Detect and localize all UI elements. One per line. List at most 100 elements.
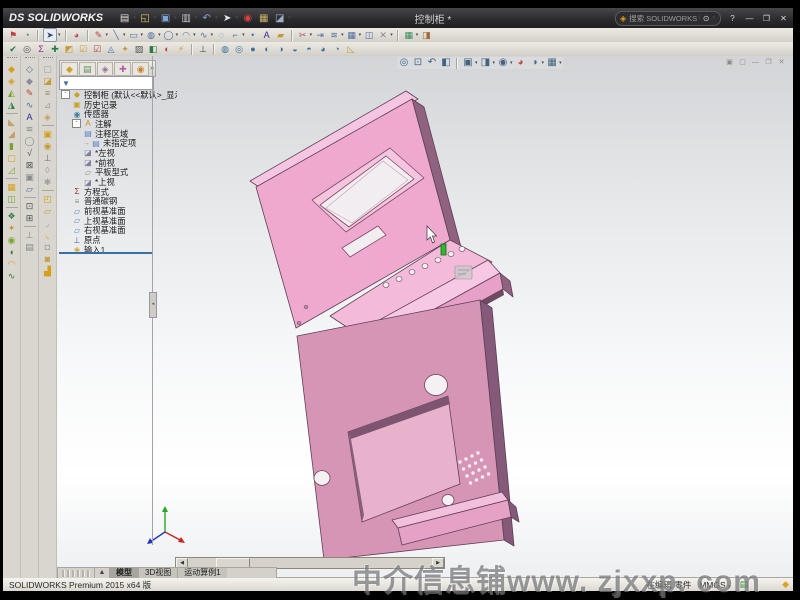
convert-entities-icon[interactable]: ⇥: [314, 29, 326, 41]
thickness-icon[interactable]: ⚡: [175, 43, 187, 55]
view-top-icon[interactable]: ◑: [275, 43, 287, 55]
zoom-to-fit-icon[interactable]: ◎: [398, 57, 410, 69]
rib-icon[interactable]: ▮: [5, 140, 19, 152]
view-bottom-icon[interactable]: ◒: [289, 43, 301, 55]
section-view-icon[interactable]: ◧: [440, 57, 452, 69]
loft-icon[interactable]: ◮: [5, 99, 19, 111]
pattern-icon[interactable]: ▦: [5, 181, 19, 193]
tree-item[interactable]: ▱ 平板型式: [59, 168, 177, 178]
linear-pattern-icon[interactable]: ▦: [346, 29, 358, 41]
relations-icon[interactable]: √: [23, 147, 37, 159]
sensor-tool-icon[interactable]: ✚: [49, 43, 61, 55]
tree-item[interactable]: ◪ *左视: [59, 148, 177, 158]
flag-tool-icon[interactable]: ⚑: [7, 29, 19, 41]
print-icon-dropdown[interactable]: ▾: [195, 15, 198, 21]
previous-view-icon[interactable]: ↶: [426, 57, 438, 69]
displaymanager-tab[interactable]: ◉: [132, 61, 150, 76]
tree-item[interactable]: ⊥ 原点: [59, 235, 177, 245]
select-icon[interactable]: ➤: [221, 12, 234, 25]
open-icon-dropdown[interactable]: ▾: [154, 15, 157, 21]
doc-minimize-icon[interactable]: —: [750, 57, 761, 68]
forming-icon[interactable]: ◙: [41, 253, 55, 265]
draft-icon[interactable]: ◿: [5, 164, 19, 176]
layout-icon[interactable]: ⊡: [23, 200, 37, 212]
tree-item[interactable]: ▣ 历史记录: [59, 100, 177, 110]
revolve-icon[interactable]: ◈: [5, 75, 19, 87]
curve-icon[interactable]: ∿: [5, 270, 19, 282]
ellipse-icon[interactable]: ◌: [215, 29, 227, 41]
view-front-icon[interactable]: ◍: [219, 43, 231, 55]
sketch2-icon[interactable]: ✎: [23, 87, 37, 99]
circle-icon[interactable]: ◯: [163, 29, 175, 41]
new-icon[interactable]: ▤: [118, 12, 131, 25]
measure-icon[interactable]: ✔: [7, 43, 19, 55]
mirror-entities-icon[interactable]: ◫: [363, 29, 375, 41]
view-left-icon[interactable]: ●: [247, 43, 259, 55]
tree-item[interactable]: Σ 方程式: [59, 187, 177, 197]
table2-icon[interactable]: ▤: [23, 241, 37, 253]
snapshot-icon[interactable]: ◨: [420, 29, 432, 41]
save-icon[interactable]: ▣: [159, 12, 172, 25]
search-input[interactable]: ◈ 搜索 SOLIDWORKS 帮助 ⊙ ▾: [615, 10, 721, 26]
sketch-icon-dropdown[interactable]: ▾: [106, 32, 109, 38]
origin-tool-icon[interactable]: ⊥: [197, 43, 209, 55]
spline2-icon[interactable]: ∿: [23, 99, 37, 111]
cut-extrude-icon[interactable]: ❖: [5, 210, 19, 222]
minimize-button[interactable]: —: [742, 12, 757, 25]
sketch-icon[interactable]: ✎: [93, 29, 105, 41]
view-right-icon[interactable]: ◐: [261, 43, 273, 55]
select-icon-dropdown[interactable]: ▾: [236, 15, 239, 21]
apply-scene-icon[interactable]: ◑: [529, 57, 541, 69]
text2-icon[interactable]: A: [23, 111, 37, 123]
edit-appearance-icon[interactable]: ◕: [515, 57, 527, 69]
smart-fastener-icon[interactable]: ✱: [41, 176, 55, 188]
view-orientation-icon-dropdown[interactable]: ▾: [475, 60, 478, 66]
tags-visibility-icon[interactable]: ▤: [740, 579, 749, 590]
file-properties-icon[interactable]: ▦: [257, 12, 270, 25]
tree-item[interactable]: ▤ 注释区域: [59, 129, 177, 139]
appearance-sphere-icon[interactable]: ◕: [71, 29, 83, 41]
drawing-tool-icon[interactable]: ◺: [345, 43, 357, 55]
zebra-icon[interactable]: ▨: [133, 43, 145, 55]
mirror-icon[interactable]: ◫: [5, 193, 19, 205]
view-settings-icon-dropdown[interactable]: ▾: [288, 15, 291, 21]
spline-icon[interactable]: ∿: [198, 29, 210, 41]
select-cursor-icon[interactable]: ➤: [43, 28, 57, 42]
axis-icon[interactable]: ⊥: [23, 229, 37, 241]
print-icon[interactable]: ▥: [180, 12, 193, 25]
apply-scene-icon-dropdown[interactable]: ▾: [542, 60, 545, 66]
tab-模型[interactable]: 模型: [109, 568, 138, 578]
panel-collapse-handle[interactable]: ◂: [149, 292, 157, 318]
tree-item[interactable]: -◆控制柜 (默认<<默认>_显示状态 1: [59, 90, 177, 100]
tree-item[interactable]: ▱ 右视基准面: [59, 226, 177, 236]
zoom-to-area-icon[interactable]: ⊡: [412, 57, 424, 69]
graphics-area[interactable]: ◎⊡↶◧▣▾◨▾◉▾◕◑▾▦▾ ▣▢—❐✕ ◆▤◈✚◉» ▼ -◆控制柜 (默认…: [57, 56, 793, 578]
corner-icon[interactable]: ◘: [41, 241, 55, 253]
hide-show-items-icon-dropdown[interactable]: ▾: [510, 60, 513, 66]
rebuild-icon[interactable]: ◉: [241, 12, 254, 25]
propertymanager-tab[interactable]: ▤: [78, 61, 96, 76]
mate-icon[interactable]: ◊: [41, 164, 55, 176]
appearance2-icon[interactable]: ◪: [41, 75, 55, 87]
dimension-icon[interactable]: ◇: [23, 63, 37, 75]
select-cursor-icon-dropdown[interactable]: ▾: [58, 32, 61, 38]
coordinate-icon[interactable]: ⊥: [41, 152, 55, 164]
tree-item[interactable]: ≡ 普通碳钢: [59, 197, 177, 207]
tree-item[interactable]: - A 注解: [59, 119, 177, 129]
eval-icon[interactable]: ▢: [41, 63, 55, 75]
curvature-icon[interactable]: ⊿: [41, 99, 55, 111]
slot-icon-dropdown[interactable]: ▾: [158, 32, 161, 38]
sketch-fillet-icon-dropdown[interactable]: ▾: [242, 32, 245, 38]
extrude-icon[interactable]: ◆: [5, 63, 19, 75]
move-entities-icon[interactable]: ✕: [377, 29, 389, 41]
sweep-icon[interactable]: ◭: [5, 87, 19, 99]
display-style-icon[interactable]: ◨: [480, 57, 492, 69]
trim-icon-dropdown[interactable]: ▾: [310, 32, 313, 38]
trim-icon[interactable]: ✂: [297, 29, 309, 41]
open-icon[interactable]: ◱: [139, 12, 152, 25]
draft-analysis-icon[interactable]: ◧: [147, 43, 159, 55]
line-icon-dropdown[interactable]: ▾: [123, 32, 126, 38]
tree-expander[interactable]: -: [72, 119, 81, 129]
stats-icon[interactable]: ◬: [105, 43, 117, 55]
cut-revolve-icon[interactable]: ✦: [5, 222, 19, 234]
